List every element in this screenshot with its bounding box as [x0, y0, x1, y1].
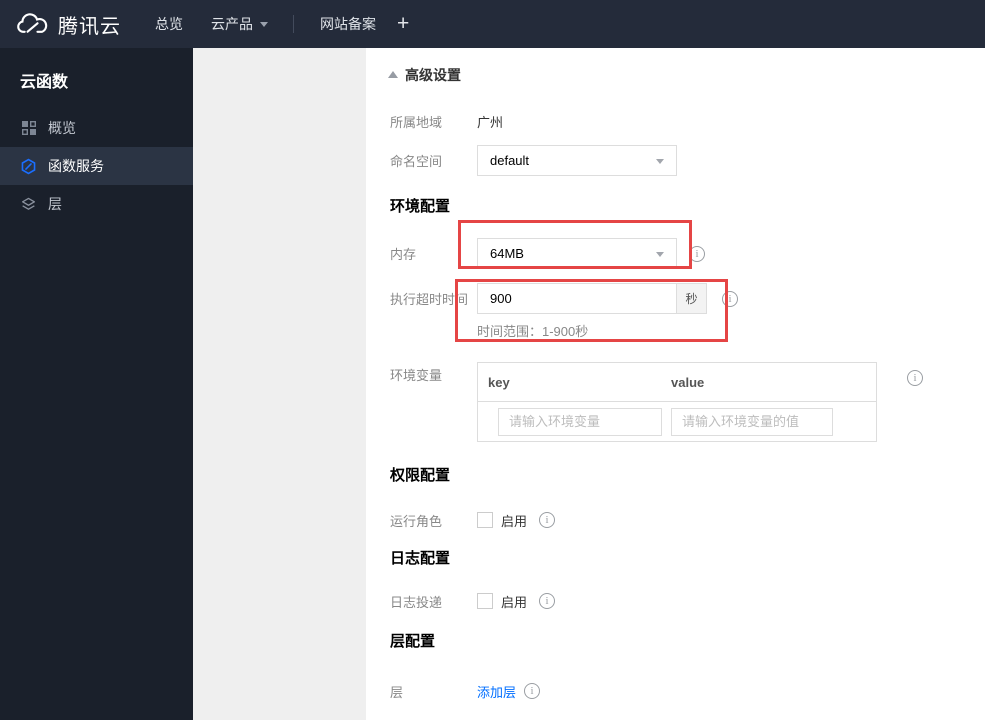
region-value: 广州: [477, 114, 504, 130]
env-vars-row: 环境变量 key value i: [366, 362, 985, 442]
secondary-panel: [193, 48, 366, 720]
log-config-title: 日志配置: [390, 550, 451, 567]
permission-config-title: 权限配置: [390, 467, 451, 484]
env-key-input[interactable]: [498, 407, 662, 436]
namespace-select[interactable]: default: [477, 145, 677, 176]
namespace-selected-value: default: [490, 153, 530, 168]
nav-item-icp-filing[interactable]: 网站备案: [320, 14, 376, 34]
sidebar-title: 云函数: [20, 74, 69, 91]
run-role-label: 运行角色: [390, 513, 443, 529]
tencent-cloud-logo-icon: [16, 12, 49, 36]
memory-select[interactable]: 64MB: [477, 238, 677, 269]
main-content: 高级设置 所属地域 广州 命名空间 default 环境配置 内存 64MB i…: [366, 48, 985, 720]
sidebar-item-overview[interactable]: 概览: [0, 109, 193, 147]
env-key-cell: [478, 407, 671, 436]
env-config-title: 环境配置: [390, 198, 451, 215]
run-role-enable-label: 启用: [501, 513, 528, 529]
sidebar-item-function-service[interactable]: 函数服务: [0, 147, 193, 185]
advanced-settings-toggle[interactable]: 高级设置: [388, 67, 985, 83]
app-window: 腾讯云 总览 云产品 网站备案 + 云函数 概览 函数服务 层 高级设置 所属地…: [0, 0, 985, 720]
env-vars-header-row: key value: [478, 363, 876, 402]
nav-item-label: 云产品: [211, 16, 253, 32]
log-shipping-enable-checkbox[interactable]: [477, 593, 493, 609]
log-shipping-row: 日志投递 启用 i: [366, 592, 985, 610]
sidebar-item-label: 函数服务: [48, 158, 104, 174]
nav-divider: [293, 15, 294, 33]
sidebar: 云函数 概览 函数服务 层: [0, 48, 193, 720]
log-shipping-enable-label: 启用: [501, 594, 528, 610]
env-vars-label: 环境变量: [390, 368, 443, 383]
brand[interactable]: 腾讯云: [16, 10, 121, 39]
region-row: 所属地域 广州: [366, 112, 985, 130]
sidebar-item-layers[interactable]: 层: [0, 185, 193, 223]
namespace-label: 命名空间: [390, 154, 443, 169]
nav-item-cloud-products[interactable]: 云产品: [211, 14, 268, 34]
env-value-cell: [671, 407, 876, 436]
timeout-hint: 时间范围：1-900秒: [477, 324, 589, 339]
memory-row: 内存 64MB i: [366, 220, 985, 269]
memory-info-icon[interactable]: i: [689, 245, 705, 262]
chevron-down-icon: [260, 21, 268, 31]
sidebar-item-label: 概览: [48, 120, 76, 136]
namespace-row: 命名空间 default: [366, 145, 985, 176]
log-shipping-label: 日志投递: [390, 594, 443, 610]
top-nav: 腾讯云 总览 云产品 网站备案 +: [0, 0, 985, 48]
timeout-input[interactable]: [477, 283, 677, 314]
add-tab-button[interactable]: +: [397, 12, 409, 36]
brand-name: 腾讯云: [58, 15, 121, 38]
add-layer-link[interactable]: 添加层: [477, 682, 516, 701]
log-shipping-info-icon[interactable]: i: [539, 593, 556, 609]
timeout-row: 执行超时时间 秒 i: [366, 279, 985, 342]
run-role-info-icon[interactable]: i: [539, 512, 556, 528]
add-layer-info-icon[interactable]: i: [524, 683, 541, 699]
timeout-unit-addon: 秒: [677, 283, 707, 314]
env-key-header: key: [488, 374, 510, 390]
memory-label: 内存: [390, 247, 417, 262]
grid-icon: [20, 120, 37, 137]
layer-row: 层 添加层 i: [366, 682, 985, 700]
layer-config-title: 层配置: [390, 633, 436, 650]
sidebar-item-label: 层: [48, 196, 62, 212]
run-role-row: 运行角色 启用 i: [366, 511, 985, 529]
env-vars-info-icon[interactable]: i: [907, 370, 923, 386]
run-role-enable-checkbox[interactable]: [477, 512, 493, 528]
timeout-info-icon[interactable]: i: [722, 290, 738, 307]
env-vars-table: key value: [477, 362, 877, 442]
memory-selected-value: 64MB: [490, 246, 524, 261]
timeout-input-group: 秒: [477, 283, 707, 314]
chevron-down-icon: [656, 158, 664, 168]
env-vars-input-row: [478, 402, 876, 441]
advanced-settings-label: 高级设置: [405, 67, 461, 83]
layer-label: 层: [390, 684, 404, 700]
env-value-input[interactable]: [671, 407, 833, 436]
nav-menu: 总览 云产品 网站备案 +: [155, 0, 409, 48]
hexagon-function-icon: [20, 158, 37, 175]
chevron-down-icon: [656, 251, 664, 261]
timeout-label: 执行超时时间: [390, 292, 469, 307]
region-label: 所属地域: [390, 114, 443, 130]
layers-icon: [20, 196, 37, 213]
nav-item-overview[interactable]: 总览: [155, 14, 183, 34]
triangle-up-icon: [388, 66, 398, 78]
env-value-header: value: [671, 374, 705, 390]
